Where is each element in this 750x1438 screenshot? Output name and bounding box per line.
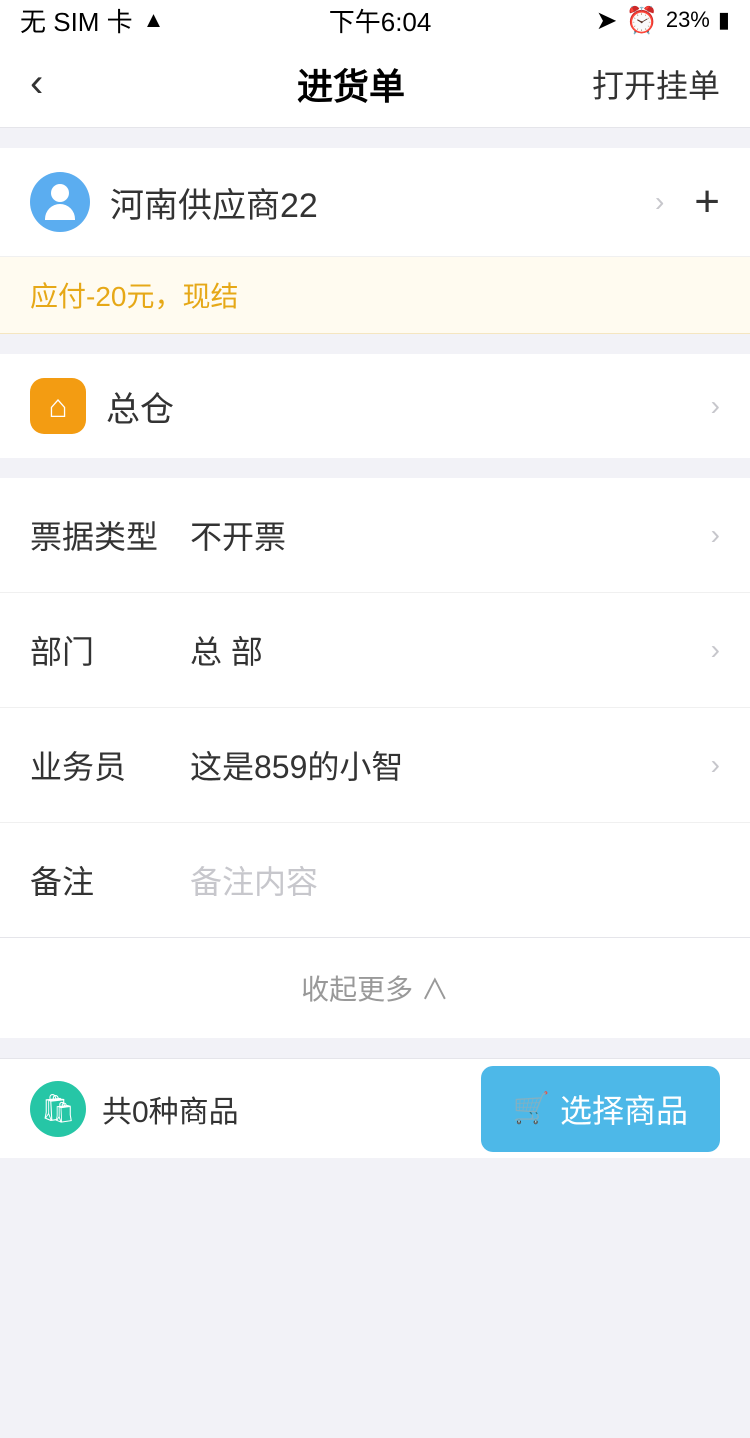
warehouse-section[interactable]: ⌂ 总仓 ›	[0, 354, 750, 458]
collapse-section: 收起更多 ∧	[0, 937, 750, 1038]
nav-bar: ‹ 进货单 打开挂单	[0, 40, 750, 128]
divider-2	[0, 334, 750, 354]
ticket-type-value: 不开票	[170, 512, 711, 558]
status-left: 无 SIM 卡 ▲	[20, 2, 164, 39]
form-row-salesperson[interactable]: 业务员 这是859的小智 ›	[0, 708, 750, 823]
alarm-icon: ⏰	[625, 5, 657, 36]
remark-input[interactable]: 备注内容	[170, 857, 720, 903]
department-label: 部门	[30, 627, 170, 673]
collapse-label: 收起更多 ∧	[301, 968, 449, 1008]
divider-1	[0, 128, 750, 148]
collapse-button[interactable]: 收起更多 ∧	[0, 938, 750, 1038]
status-right: ➤ ⏰ 23% ▮	[596, 5, 730, 36]
bottom-bar: 🛍 共0种商品 🛒 选择商品	[0, 1058, 750, 1158]
carrier-text: 无 SIM 卡	[20, 2, 133, 39]
select-product-icon: 🛒	[513, 1091, 550, 1126]
ticket-chevron-icon: ›	[711, 519, 720, 551]
product-count-icon: 🛍	[30, 1081, 86, 1137]
department-value: 总 部	[170, 627, 711, 673]
remark-label: 备注	[30, 857, 170, 903]
supplier-name: 河南供应商22	[110, 178, 655, 227]
form-row-ticket[interactable]: 票据类型 不开票 ›	[0, 478, 750, 593]
warehouse-icon: ⌂	[30, 378, 86, 434]
select-product-label: 选择商品	[560, 1086, 688, 1132]
salesperson-value: 这是859的小智	[170, 742, 711, 788]
status-time: 下午6:04	[329, 2, 432, 39]
warehouse-name: 总仓	[106, 382, 711, 431]
notice-banner: 应付-20元，现结	[0, 257, 750, 334]
salesperson-chevron-icon: ›	[711, 749, 720, 781]
salesperson-label: 业务员	[30, 742, 170, 788]
back-button[interactable]: ‹	[30, 61, 110, 106]
open-pending-button[interactable]: 打开挂单	[592, 61, 720, 107]
battery-icon: ▮	[718, 7, 730, 33]
supplier-section: 河南供应商22 › + 应付-20元，现结	[0, 148, 750, 334]
supplier-actions: › +	[655, 180, 720, 224]
chevron-right-icon: ›	[655, 186, 664, 218]
divider-3	[0, 458, 750, 478]
avatar-person-icon	[42, 184, 78, 220]
add-supplier-button[interactable]: +	[694, 180, 720, 224]
warehouse-chevron-icon: ›	[711, 390, 720, 422]
warehouse-row[interactable]: ⌂ 总仓 ›	[0, 354, 750, 458]
page-title: 进货单	[297, 58, 405, 110]
form-row-remark[interactable]: 备注 备注内容	[0, 823, 750, 937]
battery-indicator: 23%	[666, 7, 710, 33]
product-count-text: 共0种商品	[102, 1087, 481, 1131]
cart-icon: 🛍	[40, 1092, 76, 1125]
supplier-avatar	[30, 172, 90, 232]
form-row-department[interactable]: 部门 总 部 ›	[0, 593, 750, 708]
ticket-type-label: 票据类型	[30, 512, 170, 558]
divider-4	[0, 1038, 750, 1058]
select-product-button[interactable]: 🛒 选择商品	[481, 1066, 720, 1152]
wifi-icon: ▲	[143, 7, 165, 33]
house-icon: ⌂	[48, 388, 67, 425]
supplier-row[interactable]: 河南供应商22 › +	[0, 148, 750, 257]
form-section: 票据类型 不开票 › 部门 总 部 › 业务员 这是859的小智 › 备注 备注…	[0, 478, 750, 937]
department-chevron-icon: ›	[711, 634, 720, 666]
location-icon: ➤	[596, 5, 618, 36]
status-bar: 无 SIM 卡 ▲ 下午6:04 ➤ ⏰ 23% ▮	[0, 0, 750, 40]
bottom-space	[0, 1158, 750, 1438]
